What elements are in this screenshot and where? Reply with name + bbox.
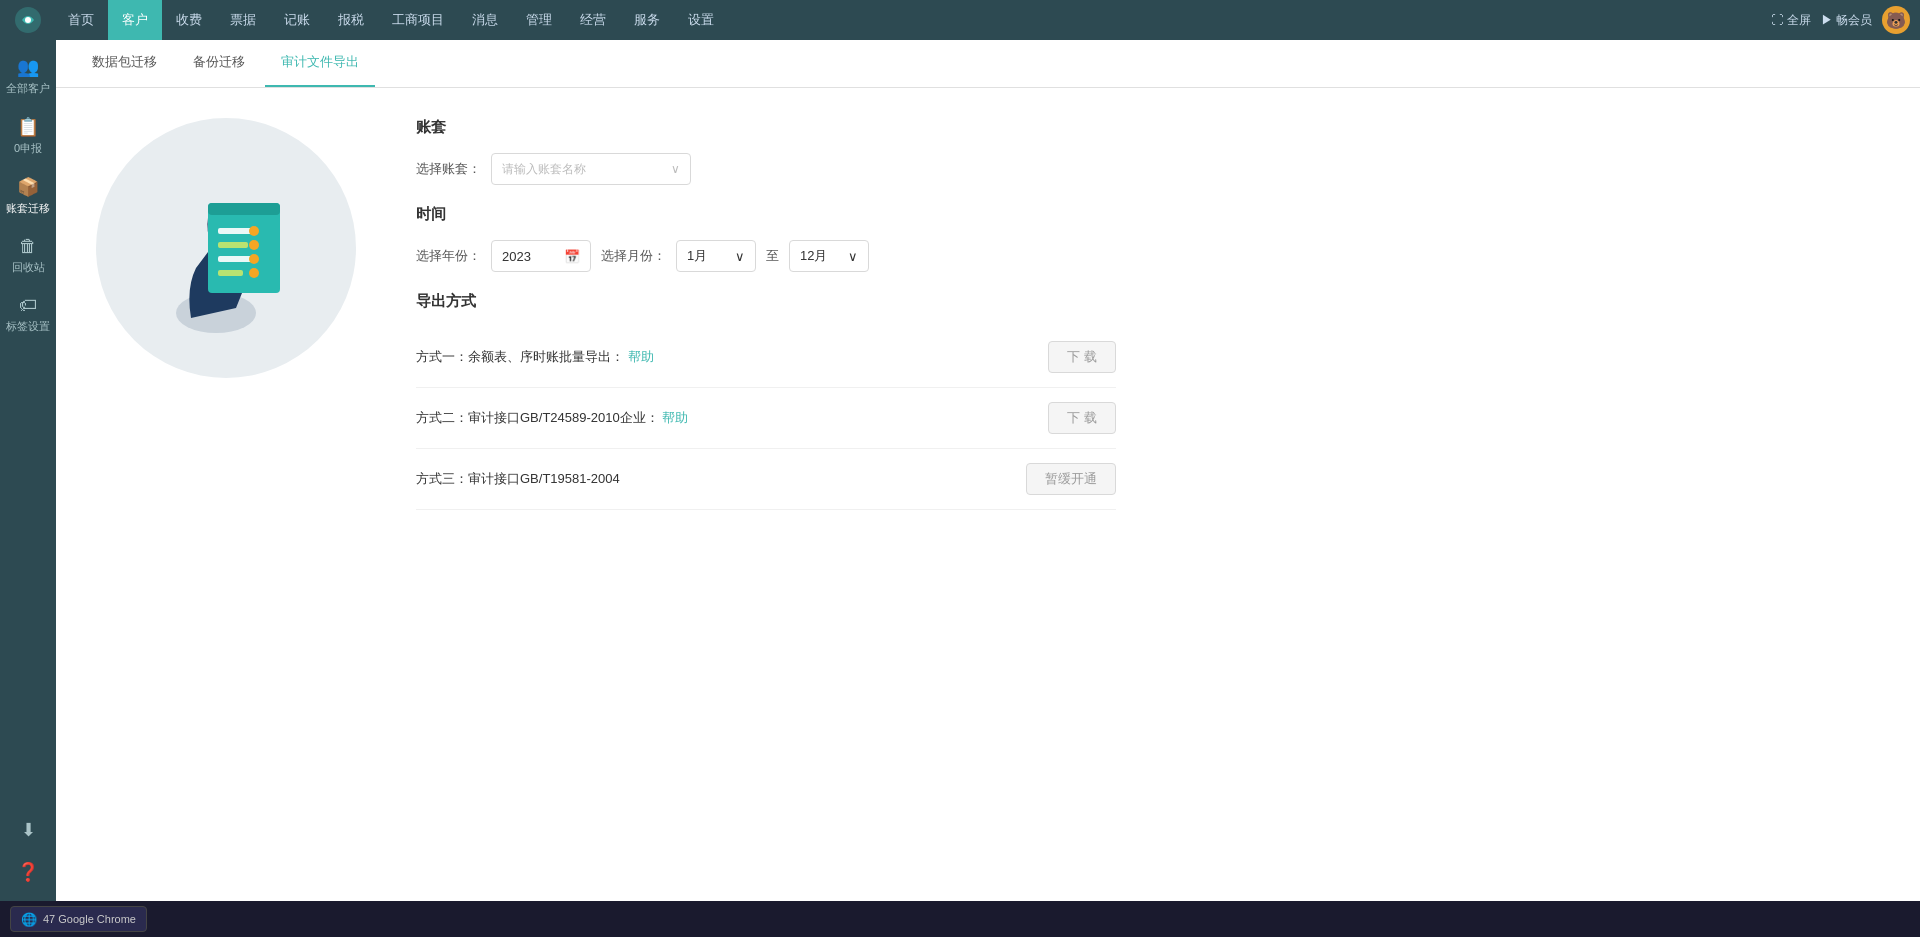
form-area: 账套 选择账套： 请输入账套名称 ∨ 时间 选择年份：: [416, 118, 1116, 510]
export-container: 账套 选择账套： 请输入账套名称 ∨ 时间 选择年份：: [96, 118, 1880, 510]
content-area: 数据包迁移 备份迁移 审计文件导出: [56, 40, 1920, 901]
year-value: 2023: [502, 249, 531, 264]
account-placeholder: 请输入账套名称: [502, 161, 586, 178]
sidebar: 👥 全部客户 📋 0申报 📦 账套迁移 🗑 回收站 🏷 标签设置 ⬇ ❓: [0, 40, 56, 901]
method3-open-btn[interactable]: 暂缓开通: [1026, 463, 1116, 495]
account-section-title: 账套: [416, 118, 1116, 137]
svg-point-10: [249, 240, 259, 250]
nav-message[interactable]: 消息: [458, 0, 512, 40]
method2-download-btn[interactable]: 下 载: [1048, 402, 1116, 434]
sidebar-item-recycle[interactable]: 🗑 回收站: [2, 228, 54, 283]
month-to-select[interactable]: 12月 ∨: [789, 240, 869, 272]
nav-settings[interactable]: 设置: [674, 0, 728, 40]
app-logo[interactable]: [10, 2, 46, 38]
page-content: 账套 选择账套： 请输入账套名称 ∨ 时间 选择年份：: [56, 88, 1920, 901]
audit-illustration: [136, 148, 316, 348]
chrome-icon: 🌐: [21, 912, 37, 927]
top-navigation: 首页 客户 收费 票据 记账 报税 工商项目 消息 管理 经营 服务 设置 ⛶ …: [0, 0, 1920, 40]
svg-point-9: [249, 226, 259, 236]
calendar-icon: 📅: [564, 249, 580, 264]
taskbar: 🌐 47 Google Chrome: [0, 901, 1920, 937]
account-select[interactable]: 请输入账套名称 ∨: [491, 153, 691, 185]
recycle-icon: 🗑: [19, 236, 37, 257]
taskbar-chrome[interactable]: 🌐 47 Google Chrome: [10, 906, 147, 932]
svg-point-1: [25, 17, 31, 23]
user-avatar[interactable]: 🐻: [1882, 6, 1910, 34]
nav-tax[interactable]: 报税: [324, 0, 378, 40]
label-settings-icon: 🏷: [19, 295, 37, 316]
time-row: 选择年份： 2023 📅 选择月份： 1月 ∨ 至 12月: [416, 240, 1116, 272]
to-text: 至: [766, 247, 779, 265]
time-section-title: 时间: [416, 205, 1116, 224]
fullscreen-btn[interactable]: ⛶ 全屏: [1771, 12, 1810, 29]
month-from-value: 1月: [687, 247, 707, 265]
method1-label: 方式一：余额表、序时账批量导出： 帮助: [416, 348, 654, 366]
account-migrate-icon: 📦: [17, 176, 39, 198]
method1-help-link[interactable]: 帮助: [628, 349, 654, 364]
method1-download-btn[interactable]: 下 载: [1048, 341, 1116, 373]
svg-rect-4: [208, 203, 280, 215]
svg-point-11: [249, 254, 259, 264]
export-method-1: 方式一：余额表、序时账批量导出： 帮助 下 载: [416, 327, 1116, 388]
illustration-area: [96, 118, 356, 378]
help-icon: ❓: [17, 861, 39, 883]
svg-rect-6: [218, 242, 248, 248]
nav-manage[interactable]: 管理: [512, 0, 566, 40]
year-label: 选择年份：: [416, 247, 481, 265]
nav-customer[interactable]: 客户: [108, 0, 162, 40]
month-from-chevron-icon: ∨: [735, 249, 745, 264]
sidebar-item-label-settings[interactable]: 🏷 标签设置: [2, 287, 54, 342]
tab-data-migration[interactable]: 数据包迁移: [76, 40, 173, 87]
vip-btn[interactable]: ▶ 畅会员: [1821, 12, 1872, 29]
nav-items: 首页 客户 收费 票据 记账 报税 工商项目 消息 管理 经营 服务 设置: [54, 0, 1771, 40]
sidebar-item-zero-declare[interactable]: 📋 0申报: [2, 108, 54, 164]
zero-declare-icon: 📋: [17, 116, 39, 138]
account-chevron-icon: ∨: [671, 162, 680, 176]
nav-bookkeeping[interactable]: 记账: [270, 0, 324, 40]
month-label: 选择月份：: [601, 247, 666, 265]
method3-label: 方式三：审计接口GB/T19581-2004: [416, 470, 620, 488]
download-icon: ⬇: [21, 819, 36, 841]
month-to-value: 12月: [800, 247, 827, 265]
export-method-2: 方式二：审计接口GB/T24589-2010企业： 帮助 下 载: [416, 388, 1116, 449]
nav-billing[interactable]: 收费: [162, 0, 216, 40]
taskbar-chrome-label: 47 Google Chrome: [43, 913, 136, 925]
svg-rect-8: [218, 270, 243, 276]
month-from-select[interactable]: 1月 ∨: [676, 240, 756, 272]
month-to-chevron-icon: ∨: [848, 249, 858, 264]
svg-point-12: [249, 268, 259, 278]
nav-right: ⛶ 全屏 ▶ 畅会员 🐻: [1771, 6, 1910, 34]
method2-label: 方式二：审计接口GB/T24589-2010企业： 帮助: [416, 409, 688, 427]
sidebar-help-btn[interactable]: ❓: [2, 853, 54, 891]
method2-help-link[interactable]: 帮助: [662, 410, 688, 425]
nav-service[interactable]: 服务: [620, 0, 674, 40]
account-row: 选择账套： 请输入账套名称 ∨: [416, 153, 1116, 185]
svg-rect-7: [218, 256, 254, 262]
tab-backup-migration[interactable]: 备份迁移: [177, 40, 261, 87]
nav-operation[interactable]: 经营: [566, 0, 620, 40]
tab-audit-export[interactable]: 审计文件导出: [265, 40, 375, 87]
sidebar-item-account-migrate[interactable]: 📦 账套迁移: [2, 168, 54, 224]
year-input[interactable]: 2023 📅: [491, 240, 591, 272]
sidebar-bottom: ⬇ ❓: [2, 811, 54, 901]
tab-bar: 数据包迁移 备份迁移 审计文件导出: [56, 40, 1920, 88]
nav-business[interactable]: 工商项目: [378, 0, 458, 40]
export-section-title: 导出方式: [416, 292, 1116, 311]
sidebar-download-btn[interactable]: ⬇: [2, 811, 54, 849]
illustration-circle: [96, 118, 356, 378]
nav-invoice[interactable]: 票据: [216, 0, 270, 40]
export-method-3: 方式三：审计接口GB/T19581-2004 暂缓开通: [416, 449, 1116, 510]
all-customers-icon: 👥: [17, 56, 39, 78]
nav-home[interactable]: 首页: [54, 0, 108, 40]
account-label: 选择账套：: [416, 160, 481, 178]
sidebar-item-all-customers[interactable]: 👥 全部客户: [2, 48, 54, 104]
